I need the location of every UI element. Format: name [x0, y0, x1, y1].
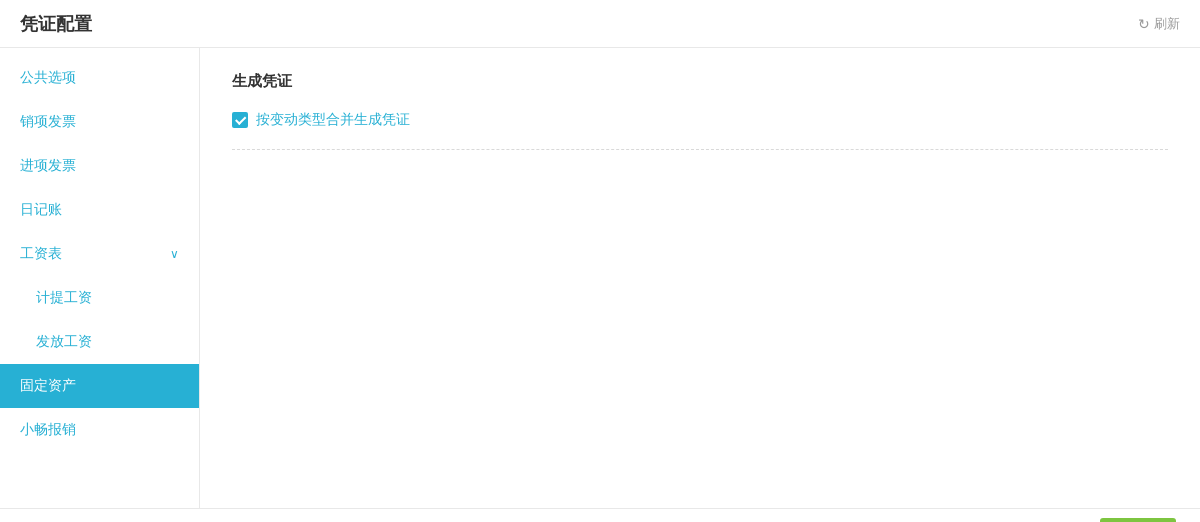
- header: 凭证配置 ↻ 刷新: [0, 0, 1200, 48]
- body-layout: 公共选项 销项发票 进项发票 日记账 工资表 ∨ 计提工资 发放工资 固定资: [0, 48, 1200, 508]
- sidebar-item-label: 公共选项: [20, 69, 76, 87]
- sidebar-item-payroll-provision[interactable]: 计提工资: [0, 276, 199, 320]
- sidebar-item-label: 进项发票: [20, 157, 76, 175]
- refresh-button[interactable]: ↻ 刷新: [1138, 15, 1180, 33]
- page-wrapper: 凭证配置 ↻ 刷新 公共选项 销项发票 进项发票 日记账 工资表 ∨: [0, 0, 1200, 522]
- main-content: 生成凭证 按变动类型合并生成凭证: [200, 48, 1200, 508]
- sidebar-item-public[interactable]: 公共选项: [0, 56, 199, 100]
- checkbox-row: 按变动类型合并生成凭证: [232, 111, 1168, 129]
- sidebar-item-purchase-invoice[interactable]: 进项发票: [0, 144, 199, 188]
- sidebar-item-label: 日记账: [20, 201, 62, 219]
- section-divider: [232, 149, 1168, 150]
- refresh-icon: ↻: [1138, 16, 1150, 32]
- sidebar-item-label: 固定资产: [20, 377, 76, 395]
- sidebar-item-label: 发放工资: [36, 333, 92, 351]
- sidebar-item-journal[interactable]: 日记账: [0, 188, 199, 232]
- sidebar: 公共选项 销项发票 进项发票 日记账 工资表 ∨ 计提工资 发放工资 固定资: [0, 48, 200, 508]
- sidebar-item-label: 计提工资: [36, 289, 92, 307]
- refresh-label: 刷新: [1154, 15, 1180, 33]
- chevron-down-icon: ∨: [170, 247, 179, 261]
- sidebar-item-expense[interactable]: 小畅报销: [0, 408, 199, 452]
- sidebar-item-label: 小畅报销: [20, 421, 76, 439]
- sidebar-item-fixed-assets[interactable]: 固定资产: [0, 364, 199, 408]
- merge-checkbox[interactable]: [232, 112, 248, 128]
- sidebar-item-payroll[interactable]: 工资表 ∨: [0, 232, 199, 276]
- page-title: 凭证配置: [20, 12, 92, 36]
- sidebar-item-label: 销项发票: [20, 113, 76, 131]
- save-button[interactable]: 保存: [1100, 518, 1176, 523]
- sidebar-item-label: 工资表: [20, 245, 62, 263]
- section-title: 生成凭证: [232, 72, 1168, 91]
- sidebar-item-sales-invoice[interactable]: 销项发票: [0, 100, 199, 144]
- footer: 保存: [0, 508, 1200, 522]
- merge-checkbox-label: 按变动类型合并生成凭证: [256, 111, 410, 129]
- sidebar-item-payroll-release[interactable]: 发放工资: [0, 320, 199, 364]
- merge-checkbox-wrapper[interactable]: 按变动类型合并生成凭证: [232, 111, 410, 129]
